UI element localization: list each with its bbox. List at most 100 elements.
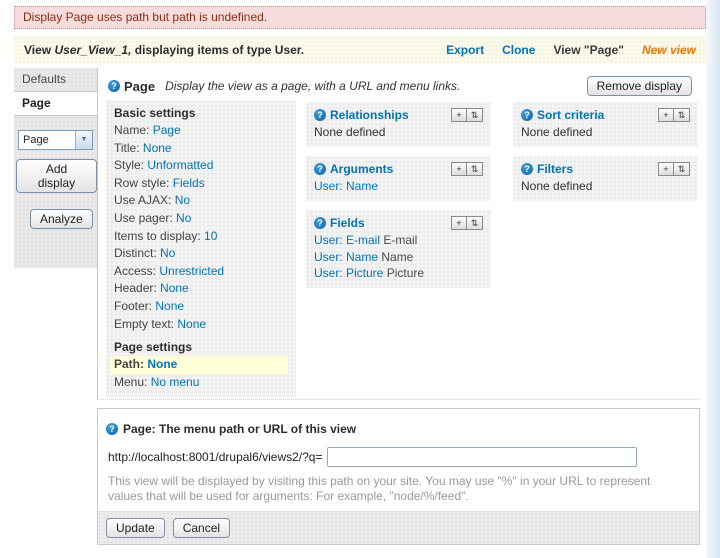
tab-defaults[interactable]: Defaults [14,68,97,92]
analyze-button[interactable]: Analyze [30,209,93,229]
setting-link[interactable]: None [177,317,206,331]
setting-row: Use AJAX: No [114,193,191,208]
rearrange-icon[interactable]: ⇅ [674,162,690,176]
window-edge-strip [706,0,720,558]
setting-row: Use pager: No [114,210,192,225]
add-icon[interactable]: + [451,216,467,230]
menu-setting-row: Menu: No menu [114,374,200,389]
help-icon[interactable]: ? [521,163,533,175]
add-icon[interactable]: + [658,162,674,176]
help-icon[interactable]: ? [314,217,326,229]
setting-link[interactable]: None [160,281,189,295]
sort-criteria-box: ? Sort criteria + ⇅ None defined [513,102,698,147]
views-ui-page: Display Page uses path but path is undef… [0,0,720,558]
view-title-prefix: View [24,42,55,57]
setting-row: Access: Unrestricted [114,263,225,278]
help-icon[interactable]: ? [108,80,120,92]
setting-row: Title: None [114,140,172,155]
setting-link[interactable]: No [160,246,175,260]
new-view-link[interactable]: New view [642,43,696,57]
path-setting-link[interactable]: None [147,357,177,371]
remove-display-button[interactable]: Remove display [586,76,692,96]
rearrange-icon[interactable]: ⇅ [674,108,690,122]
url-prefix: http://localhost:8001/drupal6/views2/?q= [108,450,323,464]
display-panel-header: ? Page Display the view as a page, with … [98,68,700,96]
setting-row: Style: Unformatted [114,158,214,173]
update-button[interactable]: Update [106,518,165,538]
setting-link[interactable]: Unformatted [147,158,213,172]
rearrange-icon[interactable]: ⇅ [467,162,483,176]
view-header-bar: View User_View_1, displaying items of ty… [14,36,706,63]
path-form-footer: Update Cancel [98,511,699,544]
view-title: View User_View_1, displaying items of ty… [24,43,304,57]
path-url-row: http://localhost:8001/drupal6/views2/?q= [98,436,699,467]
page-settings-box: Page settings Path: None Menu: No menu [106,334,296,398]
rearrange-icon[interactable]: ⇅ [467,216,483,230]
tab-page[interactable]: Page [14,92,97,116]
path-form-description: This view will be displayed by visiting … [108,474,651,503]
cancel-button[interactable]: Cancel [172,518,231,538]
setting-row: Footer: None [114,298,185,313]
setting-row: Name: Page [114,123,181,137]
basic-settings-box: Basic settings Name: Page Title: None St… [106,100,296,357]
display-settings-panel: ? Page Display the view as a page, with … [97,68,700,400]
add-icon[interactable]: + [658,108,674,122]
setting-link[interactable]: None [155,299,184,313]
display-tabs-sidebar: Defaults Page Page ▼ Add display Analyze [14,68,97,268]
error-message-text: Display Page uses path but path is undef… [23,10,268,24]
display-type-select[interactable]: Page ▼ [18,130,93,150]
argument-item: User: Name [314,179,379,193]
setting-link[interactable]: None [143,141,172,155]
export-link[interactable]: Export [446,43,484,57]
setting-link[interactable]: 10 [204,229,217,243]
rearrange-icon[interactable]: ⇅ [467,108,483,122]
setting-link[interactable]: Fields [173,176,205,190]
help-icon[interactable]: ? [314,163,326,175]
add-icon[interactable]: + [451,108,467,122]
relationships-title[interactable]: Relationships [330,106,409,124]
add-icon[interactable]: + [451,162,467,176]
filters-empty-text: None defined [521,179,593,193]
setting-row: Row style: Fields [114,175,205,190]
display-description: Display the view as a page, with a URL a… [165,79,461,93]
field-item: User: Name Name [314,249,414,264]
add-display-button[interactable]: Add display [16,159,97,193]
view-page-link[interactable]: View "Page" [553,43,624,57]
filters-box: ? Filters + ⇅ None defined [513,156,698,201]
setting-row: Header: None [114,281,189,296]
setting-row: Empty text: None [114,316,207,331]
display-type-select-value: Page [23,134,49,146]
sort-criteria-empty-text: None defined [521,125,593,139]
field-item: User: E-mail E-mail [314,233,418,247]
setting-row: Items to display: 10 [114,228,218,243]
setting-link[interactable]: Unrestricted [159,264,224,278]
sort-criteria-title[interactable]: Sort criteria [537,106,604,124]
help-icon[interactable]: ? [314,109,326,121]
path-setting-row: Path: None [110,356,288,374]
basic-settings-title: Basic settings [114,106,196,120]
menu-setting-link[interactable]: No menu [151,375,200,389]
path-form-title: Page: The menu path or URL of this view [123,422,357,436]
path-input[interactable] [327,447,638,467]
help-icon[interactable]: ? [521,109,533,121]
view-title-suffix: displaying items of type User. [131,42,305,57]
fields-title[interactable]: Fields [330,214,365,232]
page-settings-title: Page settings [114,340,193,354]
setting-link[interactable]: No [176,211,191,225]
field-item: User: Picture Picture [314,266,425,280]
display-title: Page [124,78,156,94]
setting-link[interactable]: No [175,193,190,207]
header-links: Export Clone View "Page" New view [446,43,696,57]
view-name: User_View_1, [54,42,132,57]
arguments-box: ? Arguments + ⇅ User: Name [306,156,491,201]
arguments-title[interactable]: Arguments [330,160,393,178]
setting-link[interactable]: Page [153,123,181,137]
clone-link[interactable]: Clone [502,43,535,57]
help-icon[interactable]: ? [106,423,118,435]
relationships-box: ? Relationships + ⇅ None defined [306,102,491,147]
path-form: ? Page: The menu path or URL of this vie… [97,408,700,545]
chevron-down-icon: ▼ [75,131,92,149]
relationships-empty-text: None defined [314,125,386,139]
filters-title[interactable]: Filters [537,160,573,178]
setting-row: Distinct: No [114,246,176,261]
